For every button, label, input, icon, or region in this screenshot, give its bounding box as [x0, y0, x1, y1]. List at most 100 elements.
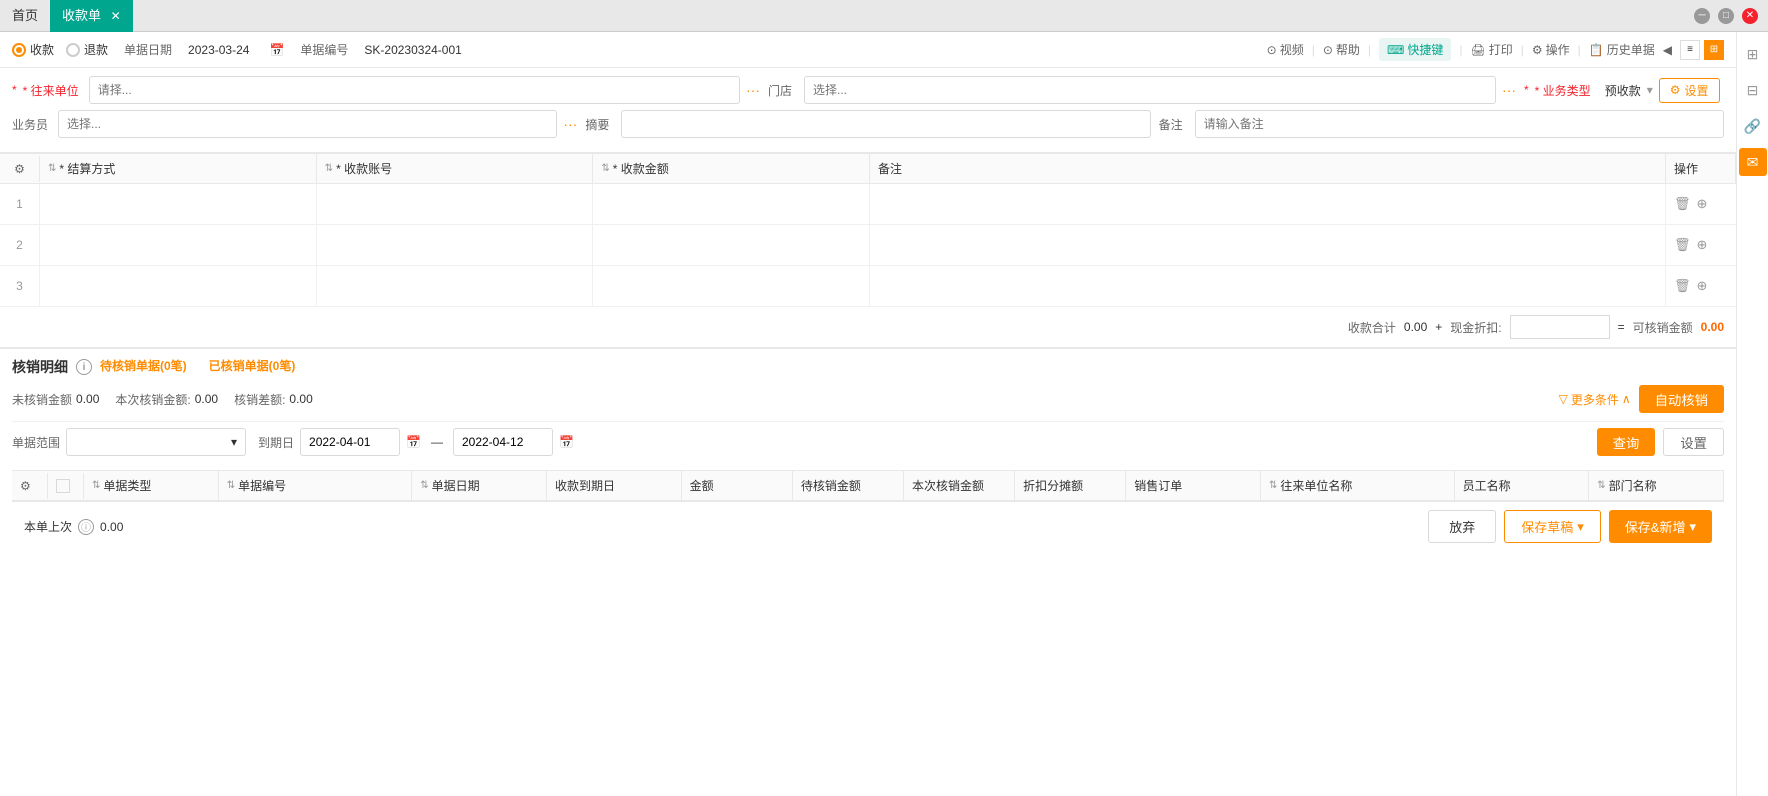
th-method: ⇅ * 结算方式 [40, 154, 317, 183]
pending-tab[interactable]: 待核销单据(0笔) [100, 357, 187, 377]
td-account-2[interactable] [317, 225, 594, 265]
auto-verify-btn[interactable]: 自动核销 [1639, 385, 1724, 413]
date-to-input[interactable] [453, 428, 553, 456]
remark-input[interactable] [1195, 110, 1724, 138]
td-amount-1[interactable] [593, 184, 870, 224]
nuclear-section: 核销明细 i 待核销单据(0笔) 已核销单据(0笔) 未核销金额 0.00 本次… [0, 349, 1736, 796]
td-method-1[interactable] [40, 184, 317, 224]
copy-row-2-icon[interactable]: ⊕ [1697, 237, 1708, 253]
bth-verify: 本次核销金额 [904, 471, 1015, 500]
history-btn[interactable]: 📋 历史单据 [1589, 41, 1655, 58]
select-all-checkbox[interactable] [56, 479, 70, 493]
partner-input[interactable] [89, 76, 740, 104]
discount-input[interactable] [1510, 315, 1610, 339]
date-from-input[interactable] [300, 428, 400, 456]
td-account-3[interactable] [317, 266, 594, 306]
biz-type-label: * 业务类型 [1535, 82, 1591, 99]
calendar-to-icon[interactable]: 📅 [559, 435, 574, 449]
list-view-icon[interactable]: ≡ [1680, 40, 1700, 60]
verify-value: 0.00 [1701, 320, 1724, 334]
radio-refund[interactable]: 退款 [66, 41, 108, 58]
last-value: 0.00 [100, 520, 123, 534]
window-controls: ─ □ ✕ [1694, 8, 1768, 24]
staff-more-btn[interactable]: ··· [563, 116, 577, 132]
biz-type-dropdown[interactable]: ▾ [1647, 83, 1653, 97]
query-btn[interactable]: 查询 [1597, 428, 1656, 456]
range-select[interactable]: ▾ [66, 428, 246, 456]
calendar-icon[interactable]: 📅 [269, 43, 284, 57]
tab-receipt[interactable]: 收款单 ✕ [50, 0, 133, 32]
abandon-button[interactable]: 放弃 [1428, 510, 1496, 543]
sidebar-icon-message[interactable]: ✉ [1739, 148, 1767, 176]
remark-label: 备注 [1159, 116, 1189, 133]
td-method-3[interactable] [40, 266, 317, 306]
copy-row-1-icon[interactable]: ⊕ [1697, 196, 1708, 212]
td-num-2: 2 [0, 225, 40, 265]
bth-order: 销售订单 [1126, 471, 1261, 500]
biz-required: * [1524, 83, 1529, 97]
td-amount-2[interactable] [593, 225, 870, 265]
biz-type-value: 预收款 [1605, 82, 1641, 99]
nav-prev-btn[interactable]: ◀ [1663, 43, 1672, 57]
footer: 本单上次 ⓘ 0.00 放弃 保存草稿 ▾ 保存&新增 ▾ [12, 501, 1724, 551]
print-btn[interactable]: 🖨 打印 [1471, 41, 1513, 58]
tab-close-icon[interactable]: ✕ [111, 9, 121, 23]
save-draft-button[interactable]: 保存草稿 ▾ [1504, 510, 1601, 543]
partner-required: * [12, 83, 17, 97]
done-tab[interactable]: 已核销单据(0笔) [209, 357, 296, 377]
summary-row: 收款合计 0.00 + 现金折扣: = 可核销金额 0.00 [0, 307, 1736, 349]
save-new-button[interactable]: 保存&新增 ▾ [1609, 510, 1712, 543]
minimize-button[interactable]: ─ [1694, 8, 1710, 24]
radio-receipt[interactable]: 收款 [12, 41, 54, 58]
td-amount-3[interactable] [593, 266, 870, 306]
td-account-1[interactable] [317, 184, 594, 224]
grid-view-icon[interactable]: ⊞ [1704, 40, 1724, 60]
summary-input[interactable] [621, 110, 1150, 138]
table-row: 2 🗑 ⊕ [0, 225, 1736, 266]
diff-label: 核销差额: [234, 391, 285, 408]
table-gear-icon[interactable]: ⚙ [14, 162, 25, 176]
copy-row-3-icon[interactable]: ⊕ [1697, 278, 1708, 294]
store-field: 门店 ··· [768, 76, 1516, 104]
sidebar-icon-table[interactable]: ⊞ [1739, 40, 1767, 68]
footer-info-icon[interactable]: ⓘ [78, 519, 94, 535]
row-actions-1: 🗑 ⊕ [1666, 196, 1736, 212]
operation-btn[interactable]: ⚙ 操作 [1532, 41, 1570, 58]
summary-label: 摘要 [585, 116, 615, 133]
video-btn[interactable]: ⊙ 视频 [1267, 41, 1304, 58]
toolbar-right: ⊙ 视频 | ⊙ 帮助 | ⌨ 快捷键 | 🖨 打印 | ⚙ 操作 | 📋 历史… [1267, 38, 1724, 61]
more-filter-btn[interactable]: ▽ 更多条件 ∧ [1559, 391, 1631, 408]
delete-row-1-icon[interactable]: 🗑 [1674, 196, 1691, 212]
shortcut-btn[interactable]: ⌨ 快捷键 [1379, 38, 1451, 61]
store-more-btn[interactable]: ··· [1502, 82, 1516, 98]
help-btn[interactable]: ⊙ 帮助 [1323, 41, 1360, 58]
table-header: ⚙ ⇅ * 结算方式 ⇅ * 收款账号 ⇅ * 收款金额 备注 [0, 153, 1736, 184]
delete-row-2-icon[interactable]: 🗑 [1674, 237, 1691, 253]
bth-gear: ⚙ [12, 473, 48, 499]
sidebar-icon-list[interactable]: ⊟ [1739, 76, 1767, 104]
th-note: 备注 [870, 154, 1666, 183]
td-note-2[interactable] [870, 225, 1666, 265]
close-button[interactable]: ✕ [1742, 8, 1758, 24]
partner-more-btn[interactable]: ··· [746, 82, 760, 98]
stats-row: 未核销金额 0.00 本次核销金额: 0.00 核销差额: 0.00 ▽ 更多条… [12, 385, 1724, 413]
staff-input[interactable] [58, 110, 557, 138]
bth-pending: 待核销金额 [793, 471, 904, 500]
nuclear-info-icon[interactable]: i [76, 359, 92, 375]
bottom-table-gear-icon[interactable]: ⚙ [20, 479, 31, 493]
td-method-2[interactable] [40, 225, 317, 265]
summary-field: 摘要 [585, 110, 1150, 138]
setting-btn[interactable]: ⚙ 设置 [1659, 78, 1720, 103]
td-note-3[interactable] [870, 266, 1666, 306]
sidebar-icon-link[interactable]: 🔗 [1739, 112, 1767, 140]
plus-sign: + [1435, 320, 1442, 334]
filter-setting-btn[interactable]: 设置 [1663, 428, 1724, 456]
store-input[interactable] [804, 76, 1496, 104]
td-note-1[interactable] [870, 184, 1666, 224]
delete-row-3-icon[interactable]: 🗑 [1674, 278, 1691, 294]
staff-label: 业务员 [12, 116, 52, 133]
calendar-from-icon[interactable]: 📅 [406, 435, 421, 449]
tab-home[interactable]: 首页 [0, 0, 50, 32]
th-account: ⇅ * 收款账号 [317, 154, 594, 183]
maximize-button[interactable]: □ [1718, 8, 1734, 24]
